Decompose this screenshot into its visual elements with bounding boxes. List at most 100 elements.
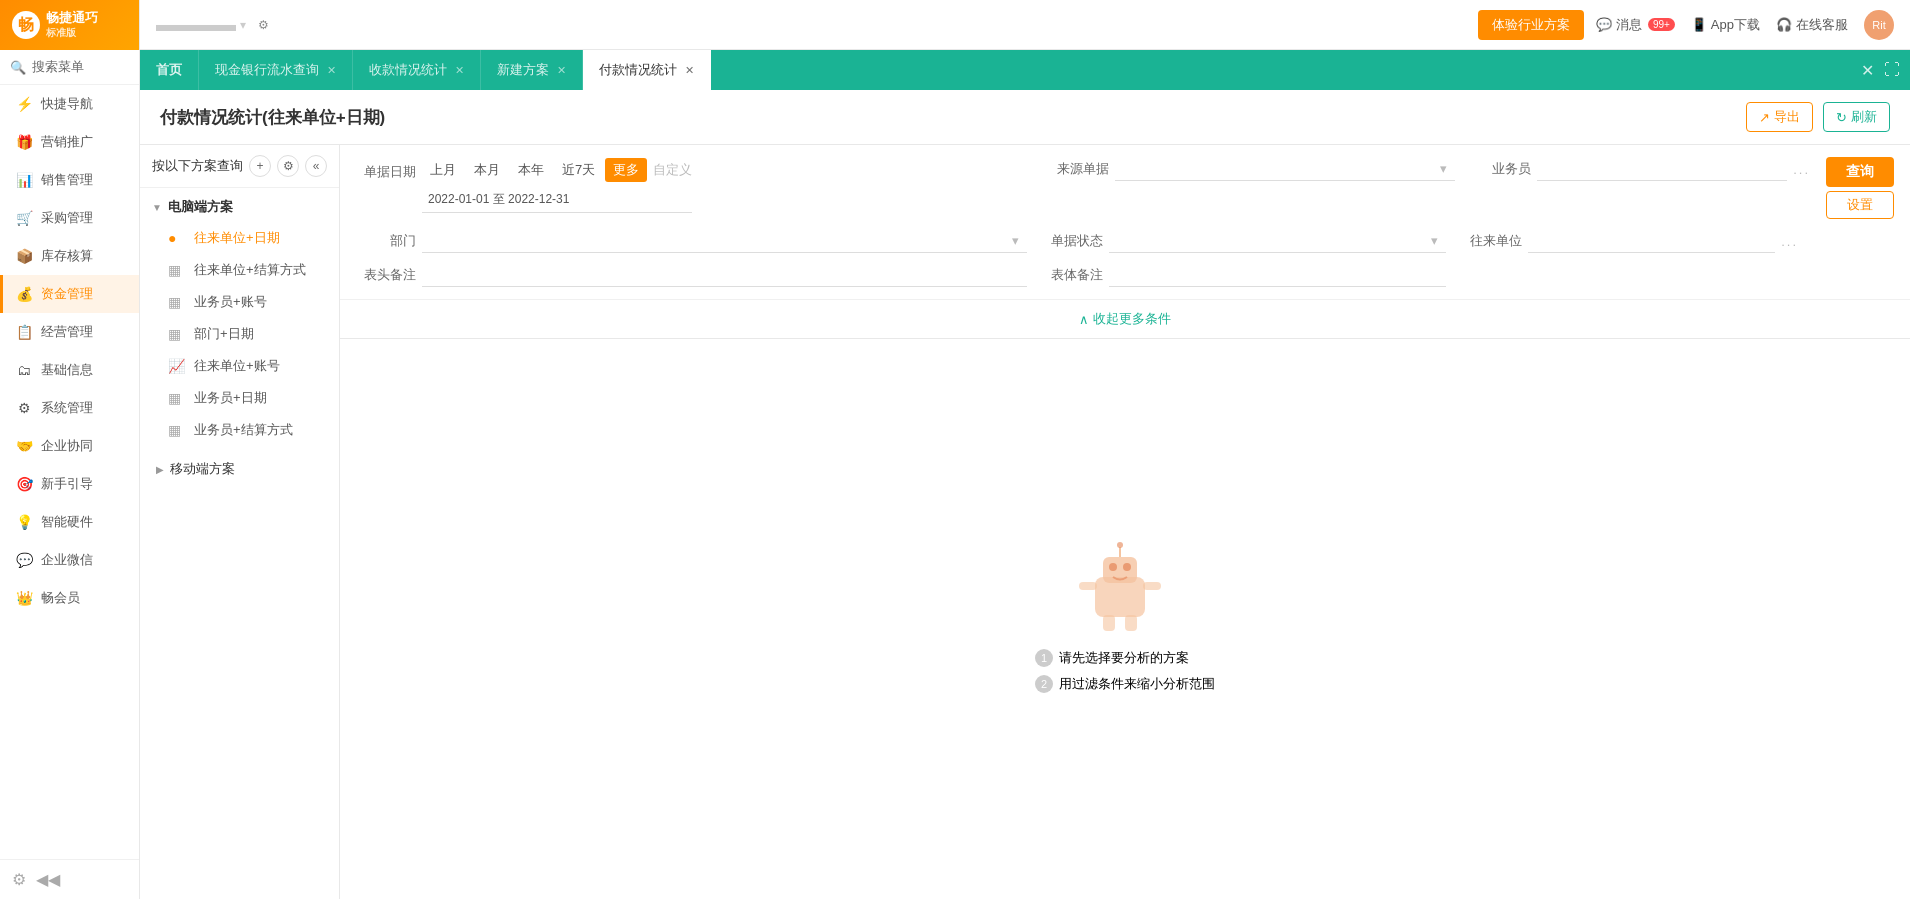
source-label: 来源单据 [1049, 160, 1109, 178]
tab-home[interactable]: 首页 [140, 50, 199, 90]
staff-dots[interactable]: ... [1793, 162, 1810, 177]
inventory-icon: 📦 [15, 248, 33, 264]
scheme-item-unit-date[interactable]: ● 往来单位+日期 [140, 222, 339, 254]
scheme-group-mobile-header[interactable]: ▶ 移动端方案 [140, 454, 339, 484]
company-selector[interactable]: ▬▬▬▬ [156, 13, 236, 36]
online-service-btn[interactable]: 🎧 在线客服 [1776, 16, 1848, 34]
staff-date-icon: ▦ [168, 390, 186, 406]
trial-btn[interactable]: 体验行业方案 [1478, 10, 1584, 40]
unit-date-icon: ● [168, 230, 186, 246]
source-dropdown-icon: ▾ [1440, 161, 1447, 176]
sidebar-item-weixin[interactable]: 💬 企业微信 [0, 541, 139, 579]
export-button[interactable]: ↗ 导出 [1746, 102, 1813, 132]
tab-close-collection[interactable]: ✕ [455, 64, 464, 77]
tab-bank-flow[interactable]: 现金银行流水查询 ✕ [199, 50, 353, 90]
app-download-btn[interactable]: 📱 App下载 [1691, 16, 1760, 34]
date-btn-this-year[interactable]: 本年 [510, 157, 552, 183]
page-title: 付款情况统计(往来单位+日期) [160, 106, 385, 129]
finance-icon: 💰 [15, 286, 33, 302]
filter-section: 单据日期 上月 本月 本年 近7天 更多 自定义 [340, 145, 1910, 339]
sidebar-item-enterprise[interactable]: 🤝 企业协同 [0, 427, 139, 465]
tab-collection-stats[interactable]: 收款情况统计 ✕ [353, 50, 481, 90]
refresh-icon: ↻ [1836, 110, 1847, 125]
body-note-input[interactable] [1109, 263, 1446, 287]
empty-tip-2: 2 用过滤条件来缩小分析范围 [1035, 675, 1215, 693]
notifications-btn[interactable]: 💬 消息 99+ [1596, 16, 1675, 34]
close-all-tabs-icon[interactable]: ✕ [1861, 61, 1874, 80]
add-scheme-btn[interactable]: + [249, 155, 271, 177]
scheme-item-unit-settlement[interactable]: ▦ 往来单位+结算方式 [140, 254, 339, 286]
settings-button[interactable]: 设置 [1826, 191, 1894, 219]
scheme-item-staff-settlement[interactable]: ▦ 业务员+结算方式 [140, 414, 339, 446]
user-avatar[interactable]: Rit [1864, 10, 1894, 40]
fullscreen-icon[interactable]: ⛶ [1884, 61, 1900, 79]
sidebar-item-hardware[interactable]: 💡 智能硬件 [0, 503, 139, 541]
pc-group-arrow: ▼ [152, 202, 162, 213]
settings-btn[interactable]: ⚙ [258, 18, 269, 32]
scheme-item-staff-date[interactable]: ▦ 业务员+日期 [140, 382, 339, 414]
sidebar-nav: ⚡ 快捷导航 🎁 营销推广 📊 销售管理 🛒 采购管理 📦 库存核算 💰 资金管… [0, 85, 139, 859]
sidebar-item-system[interactable]: ⚙ 系统管理 [0, 389, 139, 427]
content-area: 按以下方案查询 + ⚙ « ▼ 电脑端方案 ● 往来单位+日期 [140, 145, 1910, 899]
sidebar-item-operations[interactable]: 📋 经营管理 [0, 313, 139, 351]
sidebar-item-basic-info[interactable]: 🗂 基础信息 [0, 351, 139, 389]
date-btn-last7days[interactable]: 近7天 [554, 157, 603, 183]
scheme-group-pc: ▼ 电脑端方案 ● 往来单位+日期 ▦ 往来单位+结算方式 ▦ 业务员+账号 [140, 188, 339, 450]
source-select[interactable]: ▾ [1115, 157, 1455, 181]
sidebar-item-guide[interactable]: 🎯 新手引导 [0, 465, 139, 503]
collapse-panel-btn[interactable]: « [305, 155, 327, 177]
bill-status-select[interactable]: ▾ [1109, 229, 1446, 253]
scheme-item-unit-account[interactable]: 📈 往来单位+账号 [140, 350, 339, 382]
tab-close-new-scheme[interactable]: ✕ [557, 64, 566, 77]
tab-close-payment[interactable]: ✕ [685, 64, 694, 77]
query-button[interactable]: 查询 [1826, 157, 1894, 187]
scheme-settings-btn[interactable]: ⚙ [277, 155, 299, 177]
scheme-item-staff-account[interactable]: ▦ 业务员+账号 [140, 286, 339, 318]
svg-rect-8 [1103, 615, 1115, 631]
header-note-input[interactable] [422, 263, 1027, 287]
unit-input[interactable] [1528, 229, 1775, 253]
bill-status-dropdown-icon: ▾ [1431, 233, 1438, 248]
mobile-group-arrow: ▶ [156, 464, 164, 475]
sidebar-item-sales[interactable]: 📊 销售管理 [0, 161, 139, 199]
sidebar-item-inventory[interactable]: 📦 库存核算 [0, 237, 139, 275]
tab-new-scheme[interactable]: 新建方案 ✕ [481, 50, 583, 90]
date-range-input[interactable]: 2022-01-01 至 2022-12-31 [422, 187, 692, 213]
collapse-sidebar-icon[interactable]: ◀◀ [36, 870, 60, 889]
tab-close-bank-flow[interactable]: ✕ [327, 64, 336, 77]
hardware-icon: 💡 [15, 514, 33, 530]
date-btn-prev-month[interactable]: 上月 [422, 157, 464, 183]
page-header-buttons: ↗ 导出 ↻ 刷新 [1746, 102, 1890, 132]
unit-dots[interactable]: ... [1781, 234, 1798, 249]
sidebar-item-purchase[interactable]: 🛒 采购管理 [0, 199, 139, 237]
dept-dropdown-icon: ▾ [1012, 233, 1019, 248]
search-icon: 🔍 [10, 60, 26, 75]
sidebar-logo: 畅 畅捷通巧 标准版 [0, 0, 139, 50]
staff-input[interactable] [1537, 157, 1787, 181]
scheme-group-mobile: ▶ 移动端方案 [140, 450, 339, 488]
purchase-icon: 🛒 [15, 210, 33, 226]
sidebar-item-quick-nav[interactable]: ⚡ 快捷导航 [0, 85, 139, 123]
dropdown-icon[interactable]: ▾ [240, 18, 246, 32]
message-icon: 💬 [1596, 17, 1612, 32]
dept-select[interactable]: ▾ [422, 229, 1027, 253]
sidebar-item-marketing[interactable]: 🎁 营销推广 [0, 123, 139, 161]
header-note-label: 表头备注 [356, 266, 416, 284]
marketing-icon: 🎁 [15, 134, 33, 150]
right-panel: 单据日期 上月 本月 本年 近7天 更多 自定义 [340, 145, 1910, 899]
scheme-item-dept-date[interactable]: ▦ 部门+日期 [140, 318, 339, 350]
sidebar-item-finance[interactable]: 💰 资金管理 [0, 275, 139, 313]
refresh-button[interactable]: ↻ 刷新 [1823, 102, 1890, 132]
sidebar-item-vip[interactable]: 👑 畅会员 [0, 579, 139, 617]
date-btn-more[interactable]: 更多 [605, 158, 647, 182]
guide-icon: 🎯 [15, 476, 33, 492]
empty-tip-1: 1 请先选择要分析的方案 [1035, 649, 1215, 667]
scheme-group-pc-header[interactable]: ▼ 电脑端方案 [140, 192, 339, 222]
collapse-more-conditions[interactable]: ∧ 收起更多条件 [340, 299, 1910, 338]
settings-footer-icon[interactable]: ⚙ [12, 870, 26, 889]
date-btn-this-month[interactable]: 本月 [466, 157, 508, 183]
dept-label: 部门 [356, 232, 416, 250]
scheme-panel-actions: + ⚙ « [249, 155, 327, 177]
search-menu[interactable]: 🔍 搜索菜单 [0, 50, 139, 85]
tab-payment-stats[interactable]: 付款情况统计 ✕ [583, 50, 711, 90]
